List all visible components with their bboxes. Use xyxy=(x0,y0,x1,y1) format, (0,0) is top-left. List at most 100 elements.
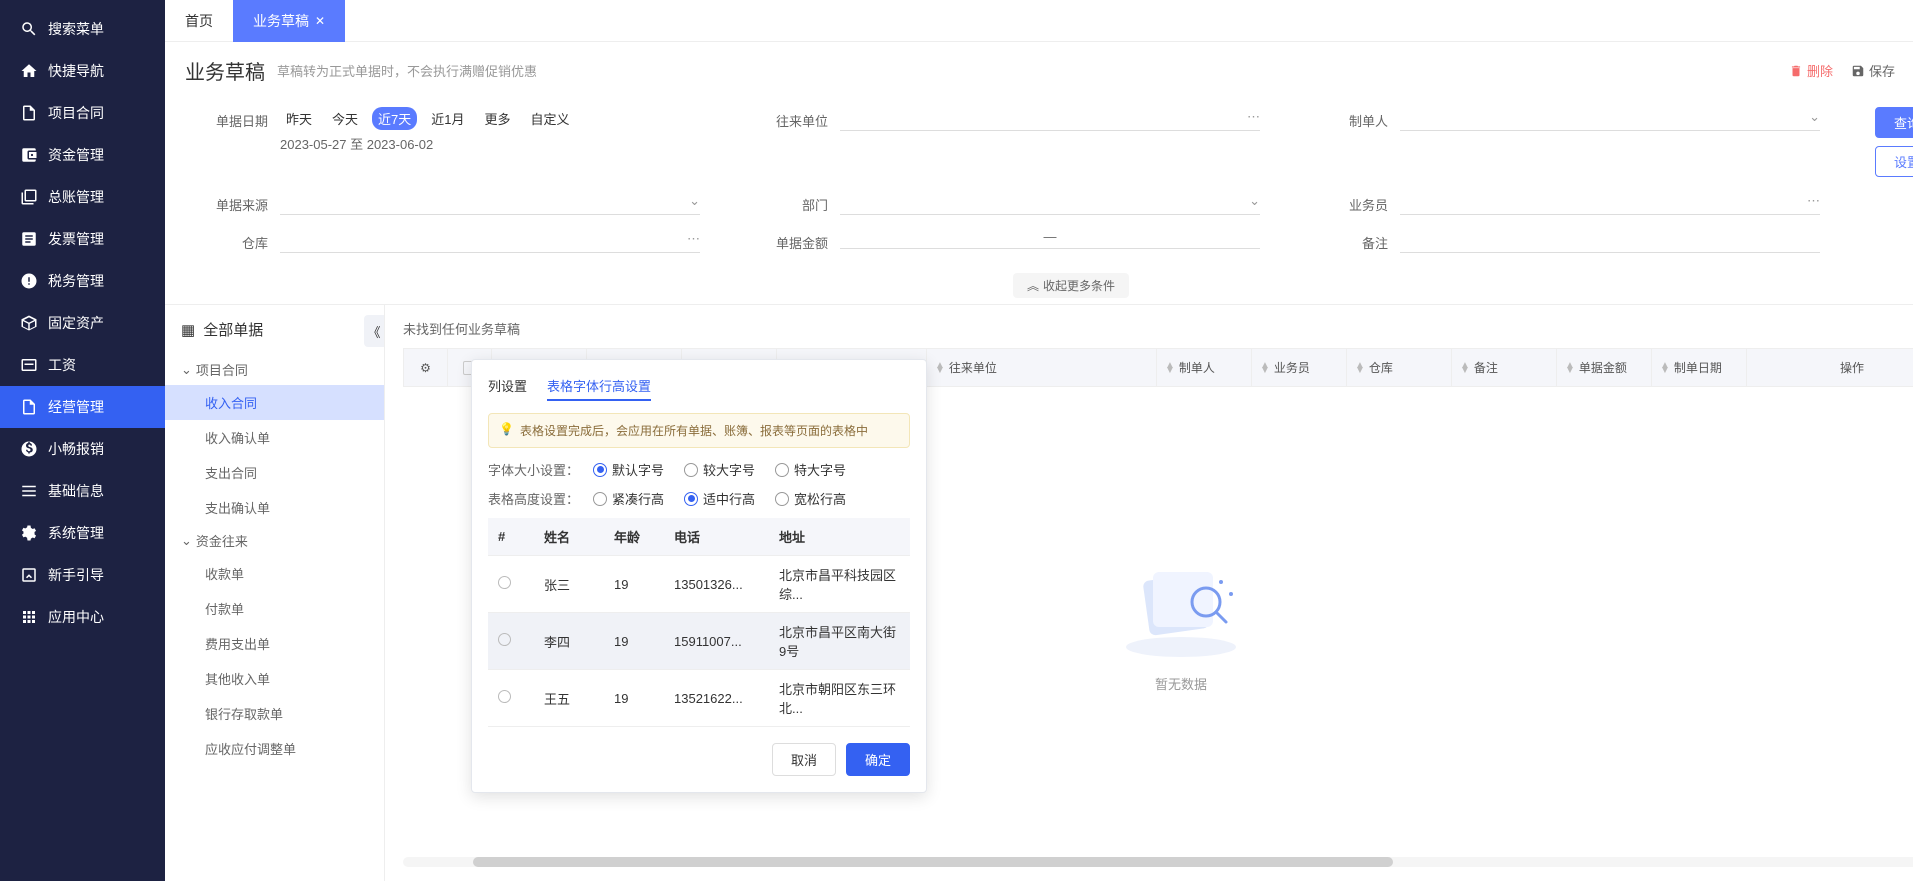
collapse-filters-button[interactable]: ︽ 收起更多条件 xyxy=(1013,273,1129,298)
sidebar-item-guide[interactable]: 新手引导 xyxy=(0,554,165,596)
th-action: 操作 xyxy=(1747,349,1913,386)
tree-item-other-income[interactable]: 其他收入单 xyxy=(165,661,384,696)
sidebar-item-fund[interactable]: 资金管理 xyxy=(0,134,165,176)
sidebar-item-nav[interactable]: 快捷导航 xyxy=(0,50,165,92)
sample-row: 张三 19 13501326... 北京市昌平科技园区综... xyxy=(488,556,910,613)
date-shortcut-7days[interactable]: 近7天 xyxy=(372,107,417,130)
table-settings-button[interactable]: ⚙ xyxy=(404,349,448,386)
sidebar-item-reimburse[interactable]: 小畅报销 xyxy=(0,428,165,470)
settings-button[interactable]: 设置 xyxy=(1875,146,1913,177)
sample-radio[interactable] xyxy=(498,690,511,703)
tree-group-contract[interactable]: ⌄项目合同 xyxy=(165,354,384,385)
th-warehouse[interactable]: ▲▼仓库 xyxy=(1347,349,1452,386)
th-partner[interactable]: ▲▼往来单位 xyxy=(927,349,1157,386)
sidebar-item-system[interactable]: 系统管理 xyxy=(0,512,165,554)
sidebar-item-tax[interactable]: 税务管理 xyxy=(0,260,165,302)
sidebar-item-info[interactable]: 基础信息 xyxy=(0,470,165,512)
radio-font-large[interactable]: 较大字号 xyxy=(684,460,755,479)
sample-row: 王五 19 13521622... 北京市朝阳区东三环北... xyxy=(488,670,910,727)
tab-draft[interactable]: 业务草稿 ✕ xyxy=(233,0,345,42)
sample-radio[interactable] xyxy=(498,576,511,589)
tab-home[interactable]: 首页 xyxy=(165,0,233,42)
tree-item-expense-confirm[interactable]: 支出确认单 xyxy=(165,490,384,525)
sidebar-item-contract[interactable]: 项目合同 xyxy=(0,92,165,134)
invoice-icon xyxy=(20,230,38,248)
sidebar-item-search[interactable]: 搜索菜单 xyxy=(0,8,165,50)
chevron-down-icon[interactable]: ⌄ xyxy=(1809,109,1820,125)
sample-th-name: 姓名 xyxy=(534,518,604,556)
popover-tip: 💡 表格设置完成后，会应用在所有单据、账簿、报表等页面的表格中 xyxy=(488,413,910,448)
more-icon[interactable]: ⋯ xyxy=(1247,109,1260,125)
th-salesman[interactable]: ▲▼业务员 xyxy=(1252,349,1347,386)
date-shortcut-today[interactable]: 今天 xyxy=(326,107,364,130)
sidebar-item-ledger[interactable]: 总账管理 xyxy=(0,176,165,218)
date-shortcut-custom[interactable]: 自定义 xyxy=(525,107,576,130)
close-icon[interactable]: ✕ xyxy=(315,14,325,28)
source-input[interactable] xyxy=(280,191,700,215)
salesman-input[interactable] xyxy=(1400,191,1820,215)
filter-area: 单据日期 昨天 今天 近7天 近1月 更多 自定义 2023-05-27 至 2… xyxy=(165,99,1913,304)
radio-height-compact[interactable]: 紧凑行高 xyxy=(593,489,664,508)
tree-collapse-button[interactable]: 《 xyxy=(364,315,384,347)
sidebar-item-asset[interactable]: 固定资产 xyxy=(0,302,165,344)
popover-tab-columns[interactable]: 列设置 xyxy=(488,376,527,401)
tree-group-fund[interactable]: ⌄资金往来 xyxy=(165,525,384,556)
sidebar-item-invoice[interactable]: 发票管理 xyxy=(0,218,165,260)
tree-item-expense[interactable]: 费用支出单 xyxy=(165,626,384,661)
chevron-down-icon[interactable]: ⌄ xyxy=(1249,193,1260,209)
date-range: 2023-05-27 至 2023-06-02 xyxy=(280,134,715,153)
radio-height-medium[interactable]: 适中行高 xyxy=(684,489,755,508)
th-createdate[interactable]: ▲▼制单日期 xyxy=(1652,349,1747,386)
tree-item-bank[interactable]: 银行存取款单 xyxy=(165,696,384,731)
date-shortcut-1month[interactable]: 近1月 xyxy=(425,107,470,130)
th-amount[interactable]: ▲▼单据金额 xyxy=(1557,349,1652,386)
save-button[interactable]: 保存 xyxy=(1851,61,1895,80)
horizontal-scrollbar[interactable] xyxy=(403,857,1913,867)
creator-input[interactable] xyxy=(1400,107,1820,131)
date-shortcut-more[interactable]: 更多 xyxy=(479,107,517,130)
tree-item-receipt[interactable]: 收款单 xyxy=(165,556,384,591)
delete-button[interactable]: 删除 xyxy=(1789,61,1833,80)
page-subtitle: 草稿转为正式单据时，不会执行满赠促销优惠 xyxy=(277,61,537,80)
tree-item-income-contract[interactable]: 收入合同 xyxy=(165,385,384,420)
main: 首页 业务草稿 ✕ ✕ ⛶ 业务草稿 草稿转为正式单据时，不会执行满赠促销优惠 … xyxy=(165,0,1913,881)
scrollbar-thumb[interactable] xyxy=(473,857,1393,867)
tree-item-payment[interactable]: 付款单 xyxy=(165,591,384,626)
book-icon xyxy=(20,188,38,206)
filter-label-date: 单据日期 xyxy=(195,107,280,130)
wallet-icon xyxy=(20,146,38,164)
sidebar-item-apps[interactable]: 应用中心 xyxy=(0,596,165,638)
query-button[interactable]: 查询 xyxy=(1875,107,1913,138)
radio-height-loose[interactable]: 宽松行高 xyxy=(775,489,846,508)
tree-item-expense-contract[interactable]: 支出合同 xyxy=(165,455,384,490)
radio-font-xlarge[interactable]: 特大字号 xyxy=(775,460,846,479)
info-icon xyxy=(20,482,38,500)
amount-input[interactable]: — xyxy=(840,229,1260,249)
sample-table: # 姓名 年龄 电话 地址 张三 19 xyxy=(488,518,910,727)
bulb-icon: 💡 xyxy=(499,422,514,439)
popover-confirm-button[interactable]: 确定 xyxy=(846,743,910,776)
sidebar-item-salary[interactable]: 工资 xyxy=(0,344,165,386)
warehouse-input[interactable] xyxy=(280,229,700,253)
search-icon xyxy=(20,20,38,38)
dept-input[interactable] xyxy=(840,191,1260,215)
tree-item-income-confirm[interactable]: 收入确认单 xyxy=(165,420,384,455)
popover-cancel-button[interactable]: 取消 xyxy=(772,743,836,776)
sample-radio[interactable] xyxy=(498,633,511,646)
tree-panel: ▦ 全部单据 《 ⌄项目合同 收入合同 收入确认单 支出合同 支出确认单 ⌄资金… xyxy=(165,305,385,881)
radio-font-default[interactable]: 默认字号 xyxy=(593,460,664,479)
date-shortcut-yesterday[interactable]: 昨天 xyxy=(280,107,318,130)
th-note[interactable]: ▲▼备注 xyxy=(1452,349,1557,386)
salary-icon xyxy=(20,356,38,374)
th-creator[interactable]: ▲▼制单人 xyxy=(1157,349,1252,386)
popover-tab-font[interactable]: 表格字体行高设置 xyxy=(547,376,651,401)
chevron-down-icon[interactable]: ⌄ xyxy=(689,193,700,209)
asset-icon xyxy=(20,314,38,332)
more-icon[interactable]: ⋯ xyxy=(687,231,700,247)
more-icon[interactable]: ⋯ xyxy=(1807,193,1820,209)
sidebar-item-business[interactable]: 经营管理 xyxy=(0,386,165,428)
partner-input[interactable] xyxy=(840,107,1260,131)
font-size-label: 字体大小设置： xyxy=(488,460,579,479)
note-input[interactable] xyxy=(1400,229,1820,253)
tree-item-adjust[interactable]: 应收应付调整单 xyxy=(165,731,384,766)
